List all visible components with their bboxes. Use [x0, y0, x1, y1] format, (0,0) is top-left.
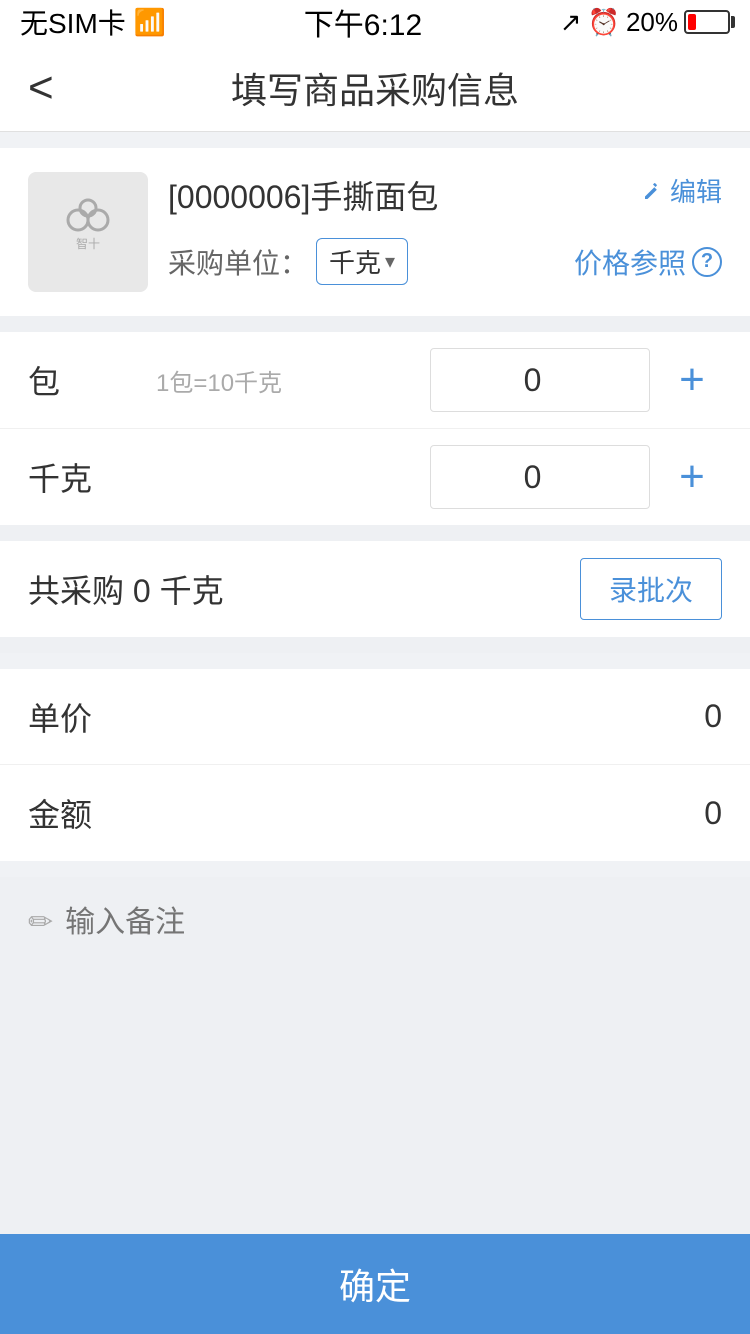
- product-title: 手撕面包: [310, 179, 438, 215]
- kg-input[interactable]: [430, 445, 650, 509]
- unit-select[interactable]: 千克 ▾: [316, 238, 408, 285]
- divider-2: [0, 525, 750, 541]
- kg-label: 千克: [28, 454, 148, 500]
- unit-price-row: 单价 0: [0, 669, 750, 765]
- back-button[interactable]: <: [28, 66, 54, 110]
- bag-sublabel: 1包=10千克: [156, 363, 282, 398]
- summary-section: 共采购 0 千克 录批次: [0, 541, 750, 637]
- sim-text: 无SIM卡: [20, 2, 126, 42]
- kg-plus-button[interactable]: +: [662, 445, 722, 509]
- bag-row: 包 1包=10千克 +: [0, 332, 750, 428]
- bag-plus-button[interactable]: +: [662, 348, 722, 412]
- help-icon: ?: [692, 247, 722, 277]
- kg-input-area: +: [148, 445, 722, 509]
- kg-row: 千克 +: [0, 429, 750, 525]
- price-ref-label: 价格参照: [574, 242, 686, 282]
- page-title: 填写商品采购信息: [231, 62, 519, 114]
- divider-1: [0, 316, 750, 332]
- pencil-icon: ✏: [28, 905, 53, 940]
- bag-section: 包 1包=10千克 +: [0, 332, 750, 428]
- unit-value: 千克: [329, 243, 381, 280]
- product-logo-icon: 智十: [53, 198, 123, 266]
- chevron-down-icon: ▾: [385, 249, 395, 274]
- product-image: 智十: [28, 172, 148, 292]
- bag-input[interactable]: [430, 348, 650, 412]
- amount-row: 金额 0: [0, 765, 750, 861]
- status-right: ↗ ⏰ 20%: [560, 7, 730, 38]
- product-unit-row: 采购单位： 千克 ▾ 价格参照 ?: [168, 238, 722, 285]
- unit-price-value: 0: [704, 698, 722, 735]
- battery-icon: [684, 10, 730, 34]
- svg-text:智十: 智十: [76, 236, 100, 251]
- product-code: [0000006]: [168, 179, 310, 215]
- notes-input[interactable]: [65, 906, 722, 940]
- nav-bar: < 填写商品采购信息: [0, 44, 750, 132]
- summary-text: 共采购 0 千克: [28, 566, 224, 612]
- wifi-icon: 📶: [134, 7, 166, 38]
- battery-fill: [688, 14, 696, 30]
- product-card: 智十 [0000006]手撕面包 编辑 采购单位： 千克 ▾: [0, 148, 750, 316]
- amount-value: 0: [704, 795, 722, 832]
- status-bar: 无SIM卡 📶 下午6:12 ↗ ⏰ 20%: [0, 0, 750, 44]
- product-name: [0000006]手撕面包: [168, 172, 438, 218]
- price-ref-button[interactable]: 价格参照 ?: [574, 242, 722, 282]
- status-left: 无SIM卡 📶: [20, 2, 166, 42]
- content-spacer: [0, 968, 750, 1268]
- edit-button[interactable]: 编辑: [642, 172, 722, 209]
- batch-button[interactable]: 录批次: [580, 558, 722, 620]
- bag-label: 包: [28, 357, 148, 403]
- edit-label: 编辑: [670, 172, 722, 209]
- confirm-bar[interactable]: 确定: [0, 1234, 750, 1334]
- battery-percent: 20%: [626, 7, 678, 38]
- location-icon: ↗: [560, 7, 582, 38]
- notes-section: ✏: [0, 877, 750, 968]
- product-name-row: [0000006]手撕面包 编辑: [168, 172, 722, 218]
- amount-label: 金额: [28, 790, 92, 836]
- bag-input-area: +: [282, 348, 722, 412]
- unit-label: 采购单位：: [168, 242, 308, 282]
- confirm-button[interactable]: 确定: [339, 1258, 411, 1310]
- price-section: 单价 0 金额 0: [0, 669, 750, 861]
- kg-section: 千克 +: [0, 429, 750, 525]
- alarm-icon: ⏰: [588, 7, 620, 38]
- divider-3: [0, 637, 750, 653]
- status-time: 下午6:12: [304, 0, 422, 44]
- product-info: [0000006]手撕面包 编辑 采购单位： 千克 ▾ 价格参照 ?: [168, 172, 722, 285]
- summary-row: 共采购 0 千克 录批次: [0, 541, 750, 637]
- unit-price-label: 单价: [28, 694, 92, 740]
